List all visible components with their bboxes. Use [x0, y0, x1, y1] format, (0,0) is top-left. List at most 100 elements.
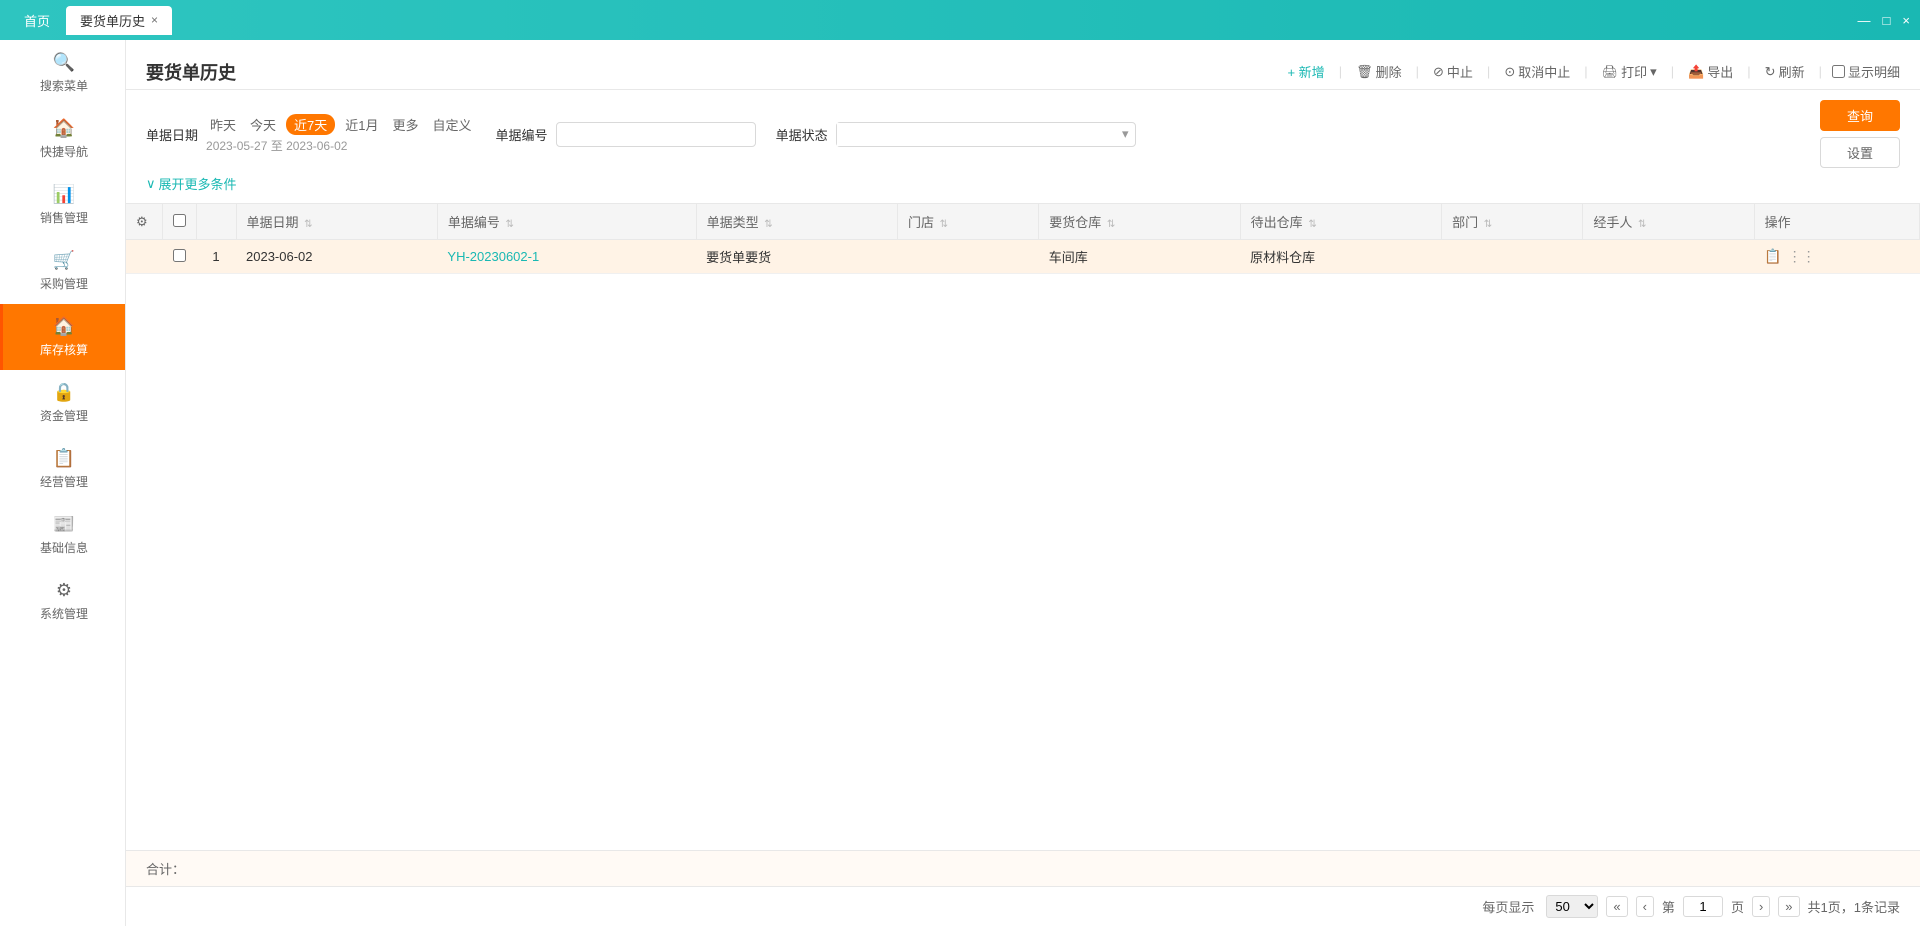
docno-sort-icon[interactable]: ⇅ [506, 219, 514, 230]
sidebar-item-inventory[interactable]: 🏠 库存核算 [0, 304, 125, 370]
top-bar-right: — □ × [1858, 13, 1910, 28]
sidebar: 🔍 搜索菜单 🏠 快捷导航 📊 销售管理 🛒 采购管理 🏠 库存核算 🔒 资金管… [0, 40, 126, 926]
data-table: ⚙ 单据日期 ⇅ 单据编号 ⇅ [126, 204, 1920, 274]
doc-status-input[interactable] [837, 123, 1116, 146]
window-close-icon[interactable]: × [1902, 13, 1910, 28]
sidebar-item-sales-mgmt[interactable]: 📊 销售管理 [0, 172, 125, 238]
doc-no-link[interactable]: YH-20230602-1 [447, 249, 539, 264]
print-button[interactable]: 🖨 打印 ▾ [1598, 60, 1661, 83]
refresh-button[interactable]: ↻ 刷新 [1761, 60, 1809, 83]
tab-close-icon[interactable]: × [151, 13, 158, 27]
display-cell-button[interactable]: 显示明细 [1832, 62, 1900, 81]
store-sort-icon[interactable]: ⇅ [940, 219, 948, 230]
date-filter-group: 单据日期 昨天 今天 近7天 近1月 更多 自定义 2023-05-27 至 2… [146, 114, 476, 154]
doc-number-input[interactable] [556, 122, 756, 147]
window-minimize-icon[interactable]: — [1858, 13, 1871, 28]
td-actions: 📋 ⋮⋮ [1754, 240, 1919, 274]
status-dropdown-icon[interactable]: ▾ [1116, 126, 1135, 142]
row-actions: 📋 ⋮⋮ [1764, 248, 1909, 265]
delete-icon: 🗑 [1356, 64, 1373, 80]
first-page-button[interactable]: « [1606, 896, 1627, 917]
handler-sort-icon[interactable]: ⇅ [1638, 219, 1646, 230]
sidebar-item-purchase-mgmt[interactable]: 🛒 采购管理 [0, 238, 125, 304]
query-button[interactable]: 查询 [1820, 100, 1900, 131]
date-btn-yesterday[interactable]: 昨天 [206, 114, 240, 135]
filter-row: 单据日期 昨天 今天 近7天 近1月 更多 自定义 2023-05-27 至 2… [146, 100, 1900, 168]
per-page-label: 每页显示 [1482, 897, 1534, 916]
new-button[interactable]: + 新增 [1283, 60, 1328, 83]
export-icon: 📤 [1688, 64, 1704, 80]
sidebar-item-search-menu[interactable]: 🔍 搜索菜单 [0, 40, 125, 106]
last-page-button[interactable]: » [1778, 896, 1799, 917]
th-doc-type-label: 单据类型 [707, 215, 759, 230]
date-sort-icon[interactable]: ⇅ [304, 219, 312, 230]
tab-bar: 首页 要货单历史 × [10, 6, 172, 35]
th-doc-no-label: 单据编号 [448, 215, 500, 230]
table-container: ⚙ 单据日期 ⇅ 单据编号 ⇅ [126, 204, 1920, 850]
pending-wh-sort-icon[interactable]: ⇅ [1308, 219, 1316, 230]
main-layout: 🔍 搜索菜单 🏠 快捷导航 📊 销售管理 🛒 采购管理 🏠 库存核算 🔒 资金管… [0, 40, 1920, 926]
td-doc-type: 要货单要货 [696, 240, 897, 274]
td-department [1442, 240, 1583, 274]
date-btn-today[interactable]: 今天 [246, 114, 280, 135]
sidebar-item-sys-mgmt[interactable]: ⚙ 系统管理 [0, 568, 125, 634]
per-page-select[interactable]: 50 100 200 [1546, 895, 1598, 918]
td-num: 1 [196, 240, 236, 274]
select-all-checkbox[interactable] [173, 214, 186, 227]
date-btn-1month[interactable]: 近1月 [341, 114, 382, 135]
window-maximize-icon[interactable]: □ [1883, 13, 1891, 28]
tab-home[interactable]: 首页 [10, 6, 64, 35]
row-more-icon[interactable]: ⋮⋮ [1788, 248, 1816, 265]
sidebar-item-finance-mgmt[interactable]: 🔒 资金管理 [0, 370, 125, 436]
dept-sort-icon[interactable]: ⇅ [1484, 219, 1492, 230]
doctype-sort-icon[interactable]: ⇅ [764, 219, 772, 230]
th-req-warehouse-label: 要货仓库 [1049, 215, 1101, 230]
sidebar-item-quick-nav[interactable]: 🏠 快捷导航 [0, 106, 125, 172]
next-page-button[interactable]: › [1752, 896, 1770, 917]
td-req-warehouse: 车间库 [1039, 240, 1240, 274]
sales-mgmt-icon: 📊 [53, 184, 75, 205]
footer-summary: 合计： [126, 850, 1920, 886]
row-edit-icon[interactable]: 📋 [1764, 248, 1781, 265]
table-header: ⚙ 单据日期 ⇅ 单据编号 ⇅ [126, 204, 1920, 240]
req-wh-sort-icon[interactable]: ⇅ [1107, 219, 1115, 230]
page-prefix: 第 [1662, 897, 1675, 916]
th-date-label: 单据日期 [247, 215, 299, 230]
sidebar-item-base-info[interactable]: 📰 基础信息 [0, 502, 125, 568]
content-area: 要货单历史 + 新增 | 🗑 删除 | ⊘ 中止 | ⊙ 取消中止 | [126, 40, 1920, 926]
date-range-text: 2023-05-27 至 2023-06-02 [206, 137, 476, 154]
th-req-warehouse: 要货仓库 ⇅ [1039, 204, 1240, 240]
tab-requisition-history[interactable]: 要货单历史 × [66, 6, 172, 35]
date-btn-more[interactable]: 更多 [389, 114, 423, 135]
th-checkbox [162, 204, 196, 240]
sidebar-item-search-menu-label: 搜索菜单 [40, 77, 88, 94]
date-btn-custom[interactable]: 自定义 [429, 114, 476, 135]
cancel-stop-button[interactable]: ⊙ 取消中止 [1500, 60, 1574, 83]
settings-gear-icon[interactable]: ⚙ [136, 214, 148, 229]
expand-more-row: ∨ 展开更多条件 [146, 174, 1900, 193]
refresh-icon: ↻ [1765, 64, 1776, 80]
th-store-label: 门店 [908, 215, 934, 230]
base-info-icon: 📰 [53, 514, 75, 535]
page-input[interactable] [1683, 896, 1723, 917]
th-pending-warehouse: 待出仓库 ⇅ [1240, 204, 1441, 240]
prev-page-button[interactable]: ‹ [1636, 896, 1654, 917]
doc-number-filter-group: 单据编号 [496, 122, 756, 147]
delete-button[interactable]: 🗑 删除 [1352, 60, 1406, 83]
export-button[interactable]: 📤 导出 [1684, 60, 1737, 83]
th-actions: 操作 [1754, 204, 1919, 240]
top-bar: 首页 要货单历史 × — □ × [0, 0, 1920, 40]
sys-mgmt-icon: ⚙ [56, 580, 72, 601]
stop-button[interactable]: ⊘ 中止 [1429, 60, 1477, 83]
expand-more-btn[interactable]: ∨ 展开更多条件 [146, 174, 1900, 193]
th-settings: ⚙ [126, 204, 162, 240]
print-icon: 🖨 [1602, 64, 1619, 80]
th-handler: 经手人 ⇅ [1583, 204, 1754, 240]
th-handler-label: 经手人 [1593, 215, 1632, 230]
display-cell-checkbox[interactable] [1832, 65, 1845, 78]
settings-button[interactable]: 设置 [1820, 137, 1900, 168]
date-btn-7days[interactable]: 近7天 [286, 114, 335, 135]
sidebar-item-ops-mgmt[interactable]: 📋 经营管理 [0, 436, 125, 502]
row-checkbox[interactable] [173, 249, 186, 262]
doc-status-label: 单据状态 [776, 125, 828, 144]
